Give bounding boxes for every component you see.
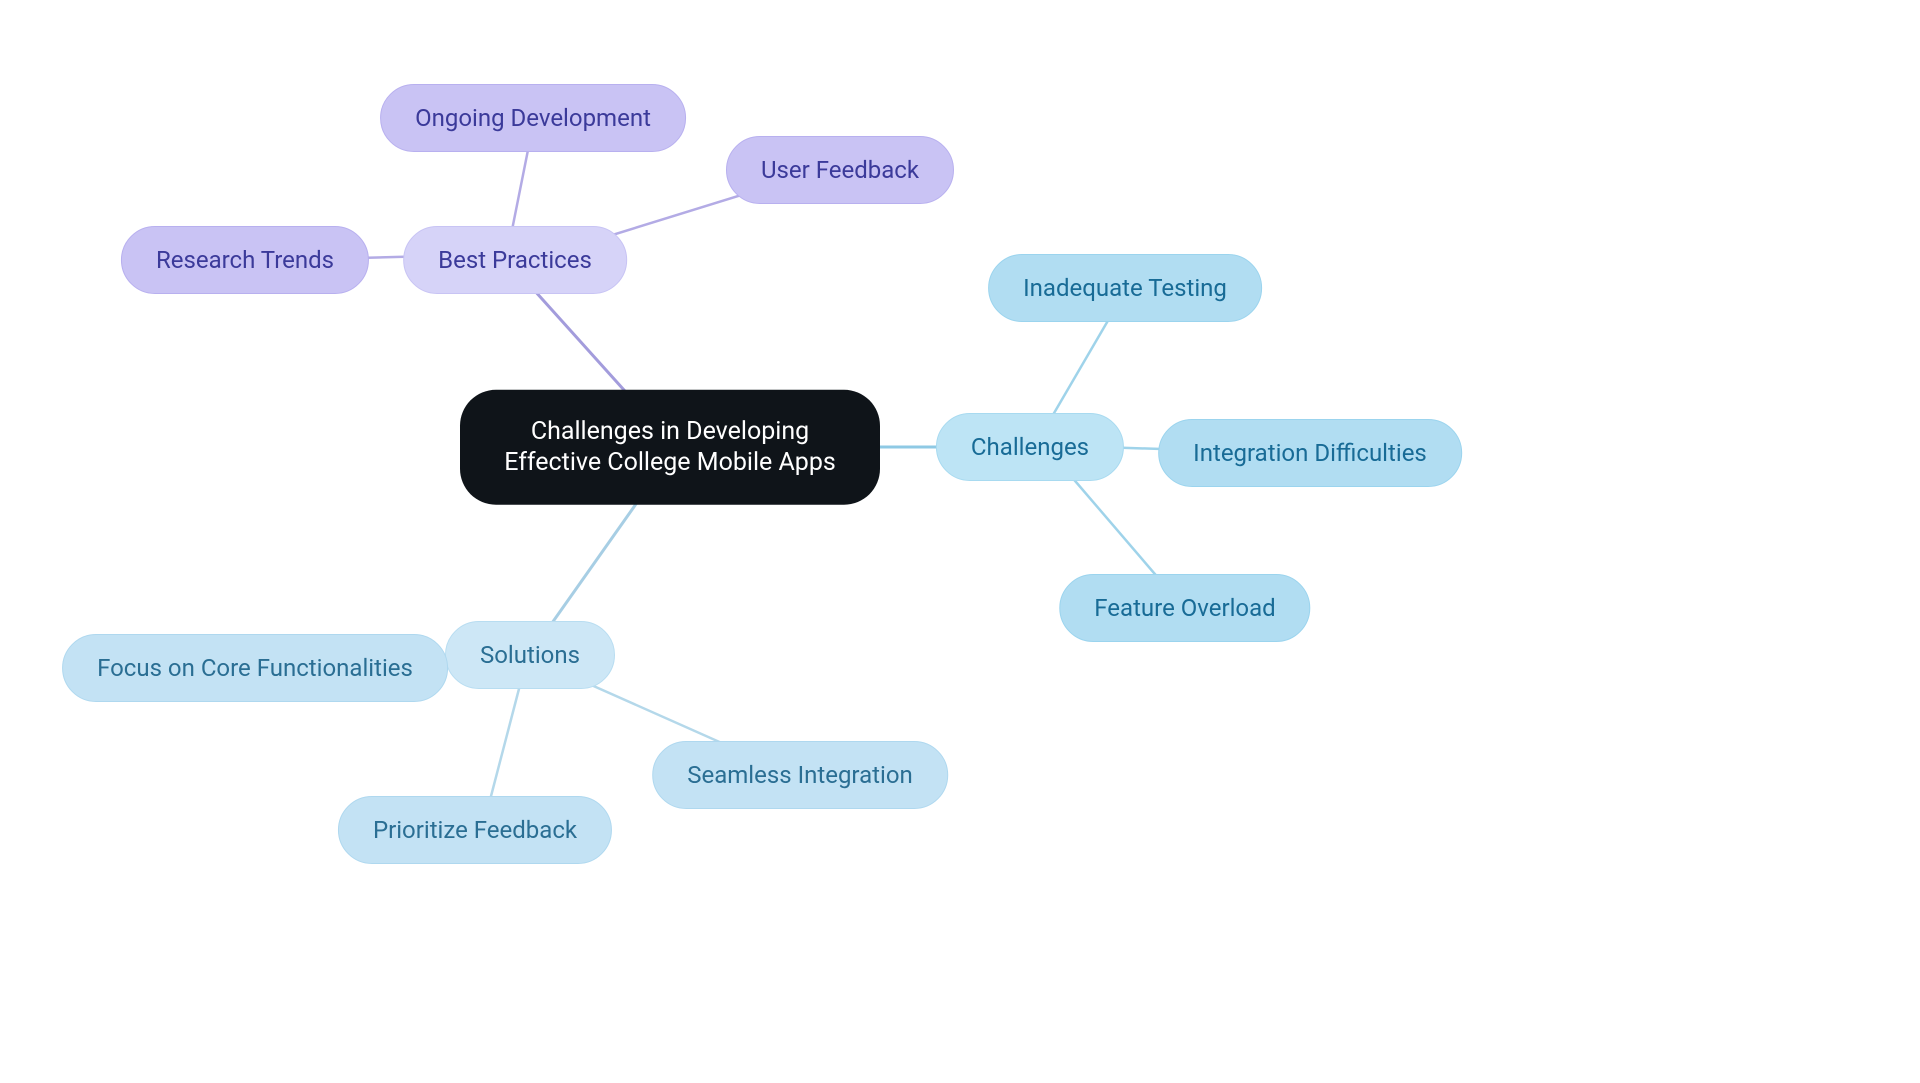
edge-bp-ongoing <box>510 140 530 240</box>
user-feedback-label: User Feedback <box>761 155 919 185</box>
prioritize-feedback-node[interactable]: Prioritize Feedback <box>338 796 612 864</box>
edge-layer <box>0 0 1920 1083</box>
ongoing-development-label: Ongoing Development <box>415 103 651 133</box>
user-feedback-node[interactable]: User Feedback <box>726 136 954 204</box>
inadequate-testing-node[interactable]: Inadequate Testing <box>988 254 1262 322</box>
integration-difficulties-node[interactable]: Integration Difficulties <box>1158 419 1462 487</box>
seamless-integration-label: Seamless Integration <box>687 760 913 790</box>
center-label: Challenges in Developing Effective Colle… <box>490 416 850 479</box>
research-trends-node[interactable]: Research Trends <box>121 226 369 294</box>
solutions-label: Solutions <box>480 640 580 670</box>
inadequate-testing-label: Inadequate Testing <box>1023 273 1227 303</box>
bestpractices-label: Best Practices <box>438 245 592 275</box>
bestpractices-node[interactable]: Best Practices <box>403 226 627 294</box>
research-trends-label: Research Trends <box>156 245 334 275</box>
mindmap-canvas: Challenges in Developing Effective Colle… <box>0 0 1920 1083</box>
challenges-node[interactable]: Challenges <box>936 413 1124 481</box>
feature-overload-node[interactable]: Feature Overload <box>1059 574 1310 642</box>
edge-so-prioritize <box>490 685 520 800</box>
focus-core-node[interactable]: Focus on Core Functionalities <box>62 634 448 702</box>
seamless-integration-node[interactable]: Seamless Integration <box>652 741 948 809</box>
prioritize-feedback-label: Prioritize Feedback <box>373 815 577 845</box>
solutions-node[interactable]: Solutions <box>445 621 615 689</box>
feature-overload-label: Feature Overload <box>1094 593 1275 623</box>
center-node[interactable]: Challenges in Developing Effective Colle… <box>460 390 880 505</box>
challenges-label: Challenges <box>971 432 1089 462</box>
focus-core-label: Focus on Core Functionalities <box>97 653 413 683</box>
integration-difficulties-label: Integration Difficulties <box>1193 438 1427 468</box>
ongoing-development-node[interactable]: Ongoing Development <box>380 84 686 152</box>
edge-ch-feature <box>1070 475 1160 580</box>
